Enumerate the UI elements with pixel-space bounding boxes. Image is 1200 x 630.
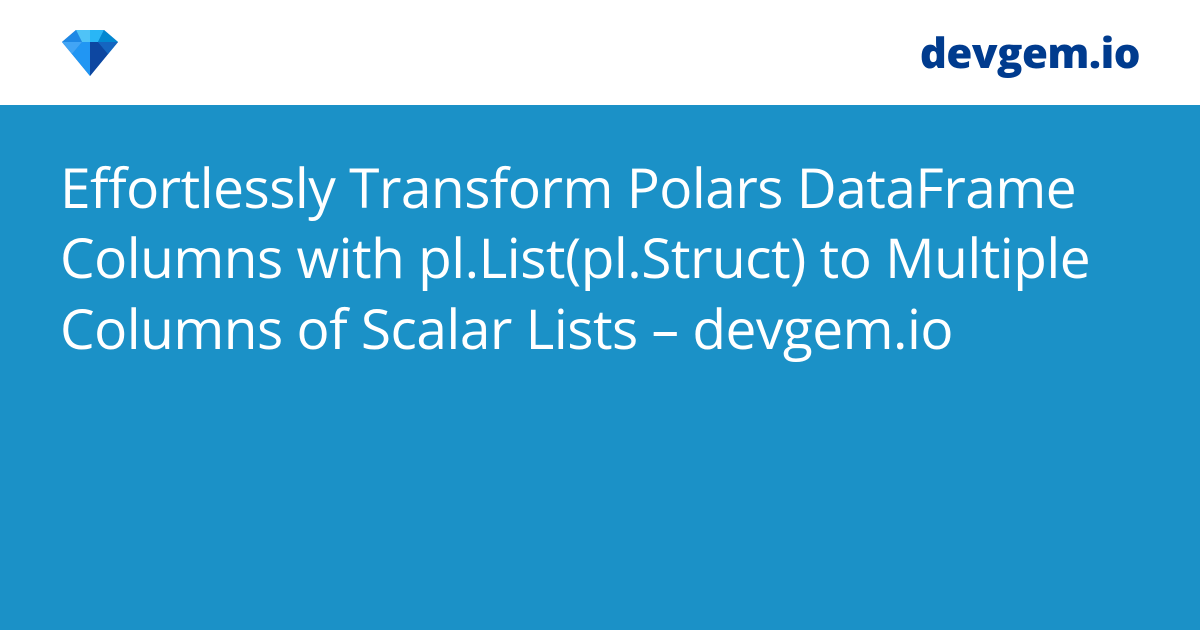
gem-logo-icon	[60, 28, 120, 78]
header-bar: devgem.io	[0, 0, 1200, 105]
content-area: Effortlessly Transform Polars DataFrame …	[0, 105, 1200, 630]
page-title: Effortlessly Transform Polars DataFrame …	[60, 153, 1140, 364]
page-container: devgem.io Effortlessly Transform Polars …	[0, 0, 1200, 630]
brand-name: devgem.io	[920, 24, 1140, 81]
